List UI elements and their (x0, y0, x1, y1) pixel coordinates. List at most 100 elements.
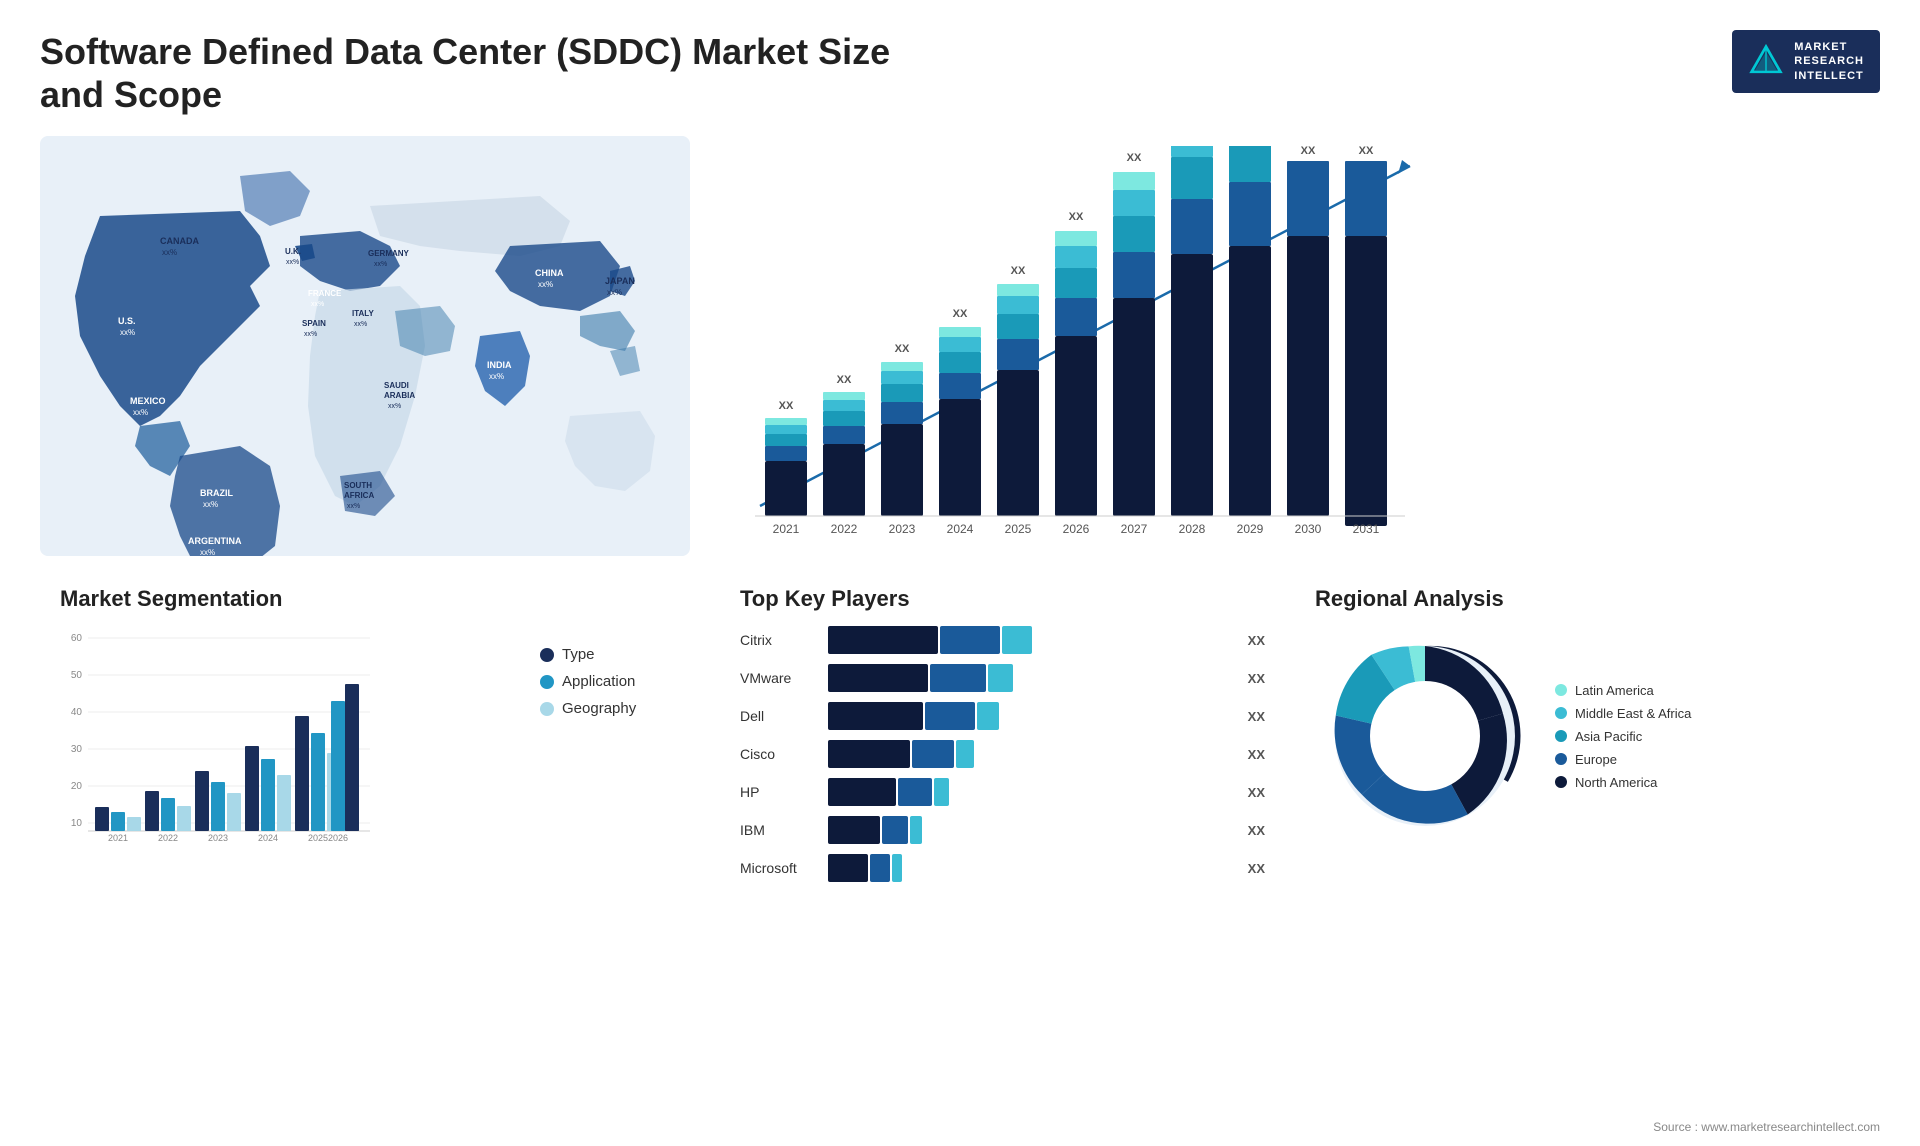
player-bar-seg2 (882, 816, 908, 844)
segmentation-title: Market Segmentation (60, 586, 670, 612)
player-bar-seg1 (828, 854, 868, 882)
svg-text:xx%: xx% (374, 261, 387, 268)
svg-text:XX: XX (1011, 265, 1026, 277)
svg-text:2024: 2024 (258, 833, 278, 843)
player-bar-seg1 (828, 740, 910, 768)
svg-text:XX: XX (895, 343, 910, 355)
svg-text:xx%: xx% (200, 548, 215, 556)
player-name-hp: HP (740, 784, 820, 800)
player-bars-dell (828, 702, 1234, 730)
regional-legend-mea: Middle East & Africa (1555, 706, 1691, 721)
player-bar-seg3 (934, 778, 949, 806)
legend-dot-geography (540, 702, 554, 716)
svg-text:GERMANY: GERMANY (368, 249, 410, 258)
svg-text:2030: 2030 (1295, 522, 1322, 536)
regional-label-north-america: North America (1575, 775, 1657, 790)
seg-svg-wrap: 60 50 40 30 20 10 (60, 626, 510, 851)
svg-text:2023: 2023 (889, 522, 916, 536)
player-bars-microsoft (828, 854, 1234, 882)
player-name-vmware: VMware (740, 670, 820, 686)
svg-text:2031: 2031 (1353, 522, 1380, 536)
donut-chart (1315, 626, 1535, 846)
svg-text:XX: XX (953, 308, 968, 320)
svg-text:xx%: xx% (120, 328, 135, 337)
logo-box: MARKET RESEARCH INTELLECT (1732, 30, 1880, 93)
player-bar-seg1 (828, 626, 938, 654)
svg-text:JAPAN: JAPAN (605, 276, 635, 286)
regional-legend-europe: Europe (1555, 752, 1691, 767)
regional-section: Regional Analysis (1295, 576, 1880, 1102)
svg-text:U.S.: U.S. (118, 316, 136, 326)
bottom-left: Market Segmentation 60 50 40 30 20 10 (40, 576, 690, 1102)
player-xx-hp: XX (1248, 785, 1265, 800)
legend-label-geography: Geography (562, 700, 636, 717)
svg-text:xx%: xx% (354, 321, 367, 328)
svg-text:xx%: xx% (311, 301, 324, 308)
map-section: CANADA xx% U.S. xx% MEXICO xx% BRAZIL xx… (40, 136, 690, 556)
regional-legend-asia-pacific: Asia Pacific (1555, 729, 1691, 744)
svg-text:ITALY: ITALY (352, 309, 374, 318)
player-name-microsoft: Microsoft (740, 860, 820, 876)
legend-dot-type (540, 648, 554, 662)
player-bar-seg3 (956, 740, 974, 768)
player-row-ibm: IBM XX (740, 816, 1265, 844)
player-row-hp: HP XX (740, 778, 1265, 806)
bottom-center: Top Key Players Citrix XX VMware (710, 576, 1880, 1102)
player-row-vmware: VMware XX (740, 664, 1265, 692)
svg-text:XX: XX (1301, 146, 1316, 157)
page-title: Software Defined Data Center (SDDC) Mark… (40, 30, 940, 116)
regional-label-mea: Middle East & Africa (1575, 706, 1691, 721)
svg-text:xx%: xx% (489, 372, 504, 381)
svg-text:XX: XX (1359, 146, 1374, 157)
svg-text:2028: 2028 (1179, 522, 1206, 536)
player-bar-seg1 (828, 816, 880, 844)
regional-legend-north-america: North America (1555, 775, 1691, 790)
logo-icon (1748, 43, 1784, 79)
player-xx-microsoft: XX (1248, 861, 1265, 876)
svg-text:2026: 2026 (328, 833, 348, 843)
svg-text:30: 30 (71, 744, 83, 755)
player-bars-ibm (828, 816, 1234, 844)
players-section: Top Key Players Citrix XX VMware (710, 576, 1295, 1102)
player-name-dell: Dell (740, 708, 820, 724)
player-bars-hp (828, 778, 1234, 806)
svg-text:FRANCE: FRANCE (308, 289, 342, 298)
svg-text:20: 20 (71, 781, 83, 792)
player-row-dell: Dell XX (740, 702, 1265, 730)
svg-text:2026: 2026 (1063, 522, 1090, 536)
svg-text:SAUDI: SAUDI (384, 381, 409, 390)
svg-text:BRAZIL: BRAZIL (200, 488, 233, 498)
svg-text:MEXICO: MEXICO (130, 396, 166, 406)
svg-text:2029: 2029 (1237, 522, 1264, 536)
player-row-cisco: Cisco XX (740, 740, 1265, 768)
svg-text:INDIA: INDIA (487, 360, 512, 370)
regional-legend-latin-america: Latin America (1555, 683, 1691, 698)
svg-text:CANADA: CANADA (160, 236, 199, 246)
regional-dot-europe (1555, 753, 1567, 765)
player-bar-seg3 (1002, 626, 1032, 654)
player-xx-citrix: XX (1248, 633, 1265, 648)
svg-text:2024: 2024 (947, 522, 974, 536)
svg-text:2021: 2021 (773, 522, 800, 536)
regional-legend: Latin America Middle East & Africa Asia … (1555, 683, 1691, 790)
svg-text:2027: 2027 (1121, 522, 1148, 536)
player-bar-seg1 (828, 702, 923, 730)
player-bar-seg2 (925, 702, 975, 730)
player-xx-cisco: XX (1248, 747, 1265, 762)
regional-label-europe: Europe (1575, 752, 1617, 767)
svg-text:ARABIA: ARABIA (384, 391, 415, 400)
svg-text:2025: 2025 (308, 833, 328, 843)
segmentation-chart: 60 50 40 30 20 10 (60, 626, 380, 846)
svg-text:2025: 2025 (1005, 522, 1032, 536)
regional-label-asia-pacific: Asia Pacific (1575, 729, 1642, 744)
svg-text:50: 50 (71, 670, 83, 681)
svg-text:2021: 2021 (108, 833, 128, 843)
regional-dot-north-america (1555, 776, 1567, 788)
seg-chart-container: 60 50 40 30 20 10 (60, 626, 670, 851)
svg-text:XX: XX (779, 400, 794, 412)
legend-label-application: Application (562, 673, 635, 690)
svg-text:xx%: xx% (538, 280, 553, 289)
logo-text: MARKET RESEARCH INTELLECT (1794, 40, 1864, 83)
player-name-citrix: Citrix (740, 632, 820, 648)
svg-text:xx%: xx% (286, 259, 299, 266)
